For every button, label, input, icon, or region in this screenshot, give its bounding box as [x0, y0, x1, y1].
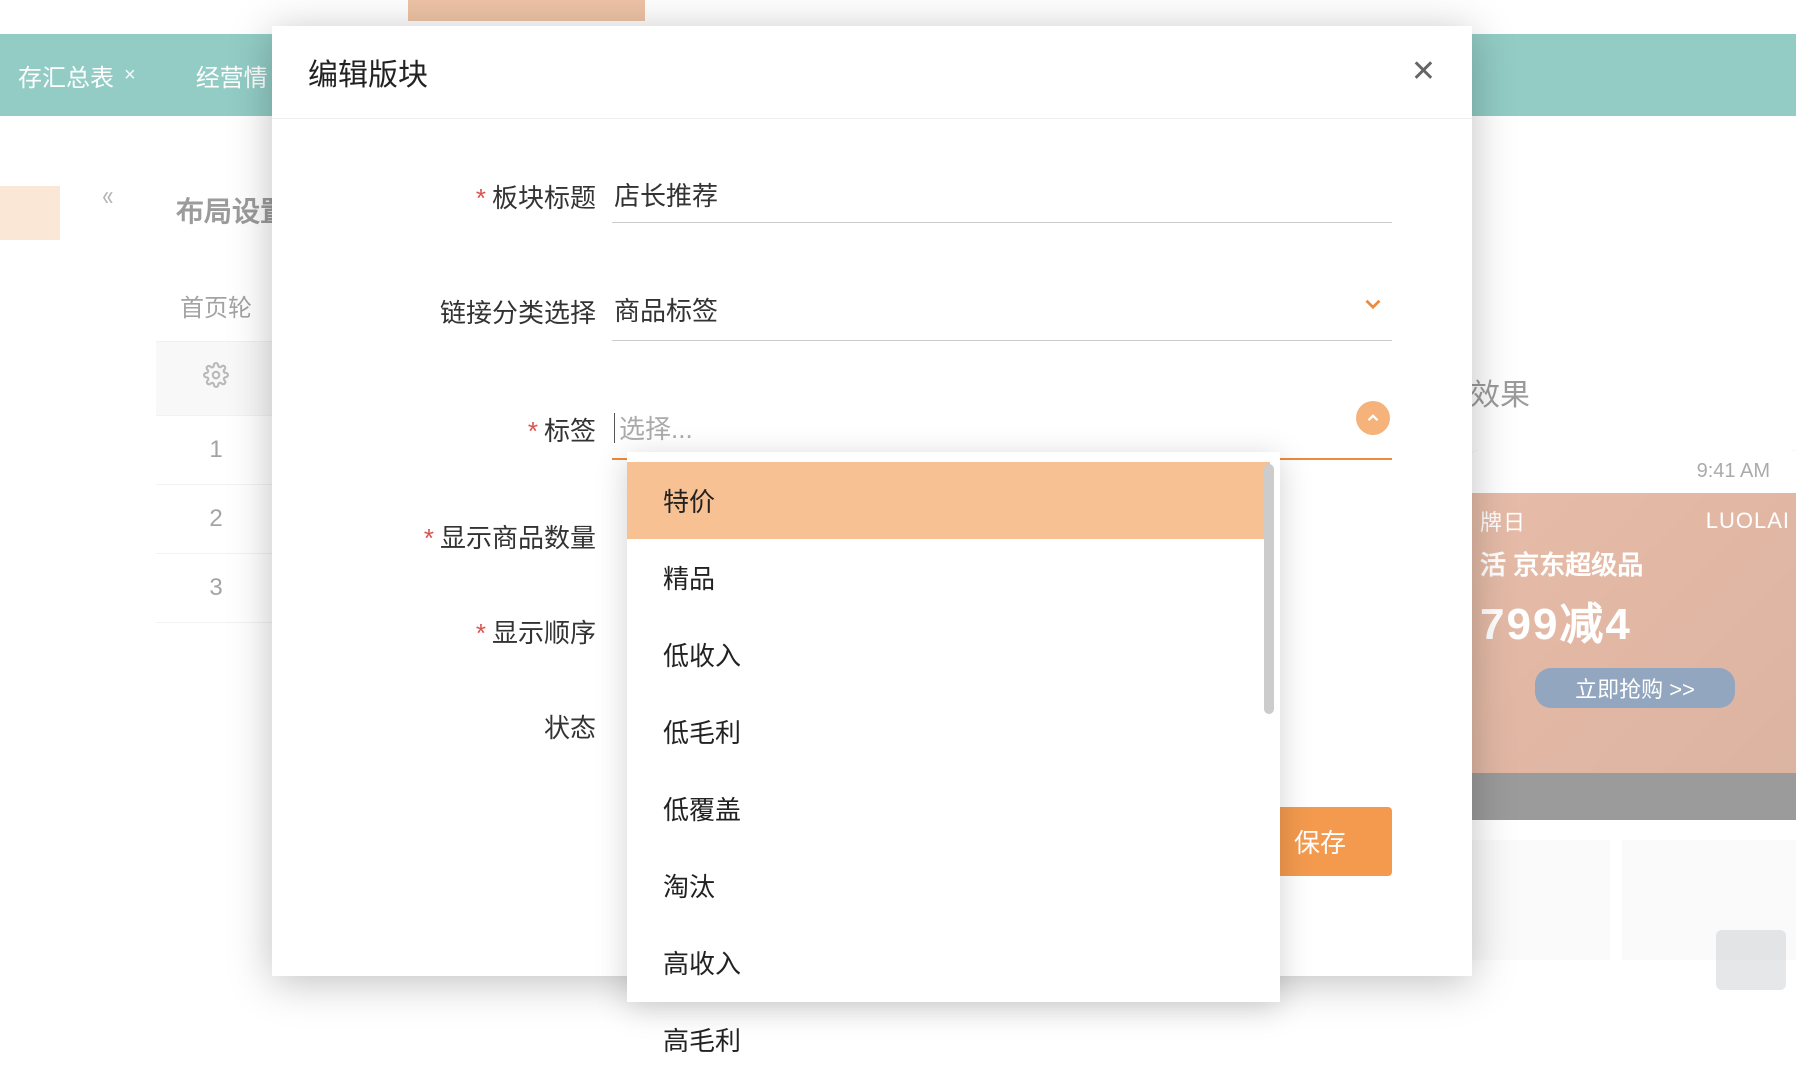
dropdown-option[interactable]: 低毛利 [627, 693, 1270, 770]
chevron-down-icon [1360, 291, 1386, 317]
close-icon[interactable]: ✕ [1411, 57, 1436, 87]
required-mark: * [476, 618, 486, 648]
tag-placeholder: 选择... [619, 409, 693, 446]
required-mark: * [424, 523, 434, 553]
text-caret [614, 413, 615, 443]
row-section-title: *板块标题 [352, 169, 1392, 223]
edit-section-modal: 编辑版块 ✕ *板块标题 链接分类选择 商品标签 [272, 26, 1472, 976]
label-link-category: 链接分类选择 [352, 293, 612, 330]
modal-header: 编辑版块 ✕ [272, 26, 1472, 119]
label-order: *显示顺序 [352, 613, 612, 650]
dropdown-option[interactable]: 淘汰 [627, 847, 1270, 924]
dropdown-option[interactable]: 高收入 [627, 924, 1270, 1001]
link-category-select[interactable]: 商品标签 [612, 281, 1392, 341]
link-category-value: 商品标签 [614, 296, 718, 326]
dropdown-option[interactable]: 低覆盖 [627, 770, 1270, 847]
required-mark: * [528, 416, 538, 446]
dropdown-option[interactable]: 高毛利 [627, 1001, 1270, 1078]
tag-select[interactable]: 选择... [612, 399, 1392, 460]
label-tag: *标签 [352, 411, 612, 448]
scrollbar[interactable] [1264, 464, 1274, 714]
tag-dropdown-panel: 特价精品低收入低毛利低覆盖淘汰高收入高毛利 [627, 452, 1280, 1002]
section-title-input[interactable] [612, 169, 1392, 223]
label-product-count: *显示商品数量 [352, 518, 612, 555]
dropdown-option[interactable]: 特价 [627, 462, 1270, 539]
chevron-up-icon[interactable] [1356, 401, 1390, 435]
required-mark: * [476, 183, 486, 213]
row-link-category: 链接分类选择 商品标签 [352, 281, 1392, 341]
dropdown-option[interactable]: 精品 [627, 539, 1270, 616]
label-section-title: *板块标题 [352, 178, 612, 215]
dropdown-option[interactable]: 低收入 [627, 616, 1270, 693]
row-tag: *标签 选择... [352, 399, 1392, 460]
label-status: 状态 [352, 708, 612, 745]
modal-title: 编辑版块 [308, 50, 428, 94]
